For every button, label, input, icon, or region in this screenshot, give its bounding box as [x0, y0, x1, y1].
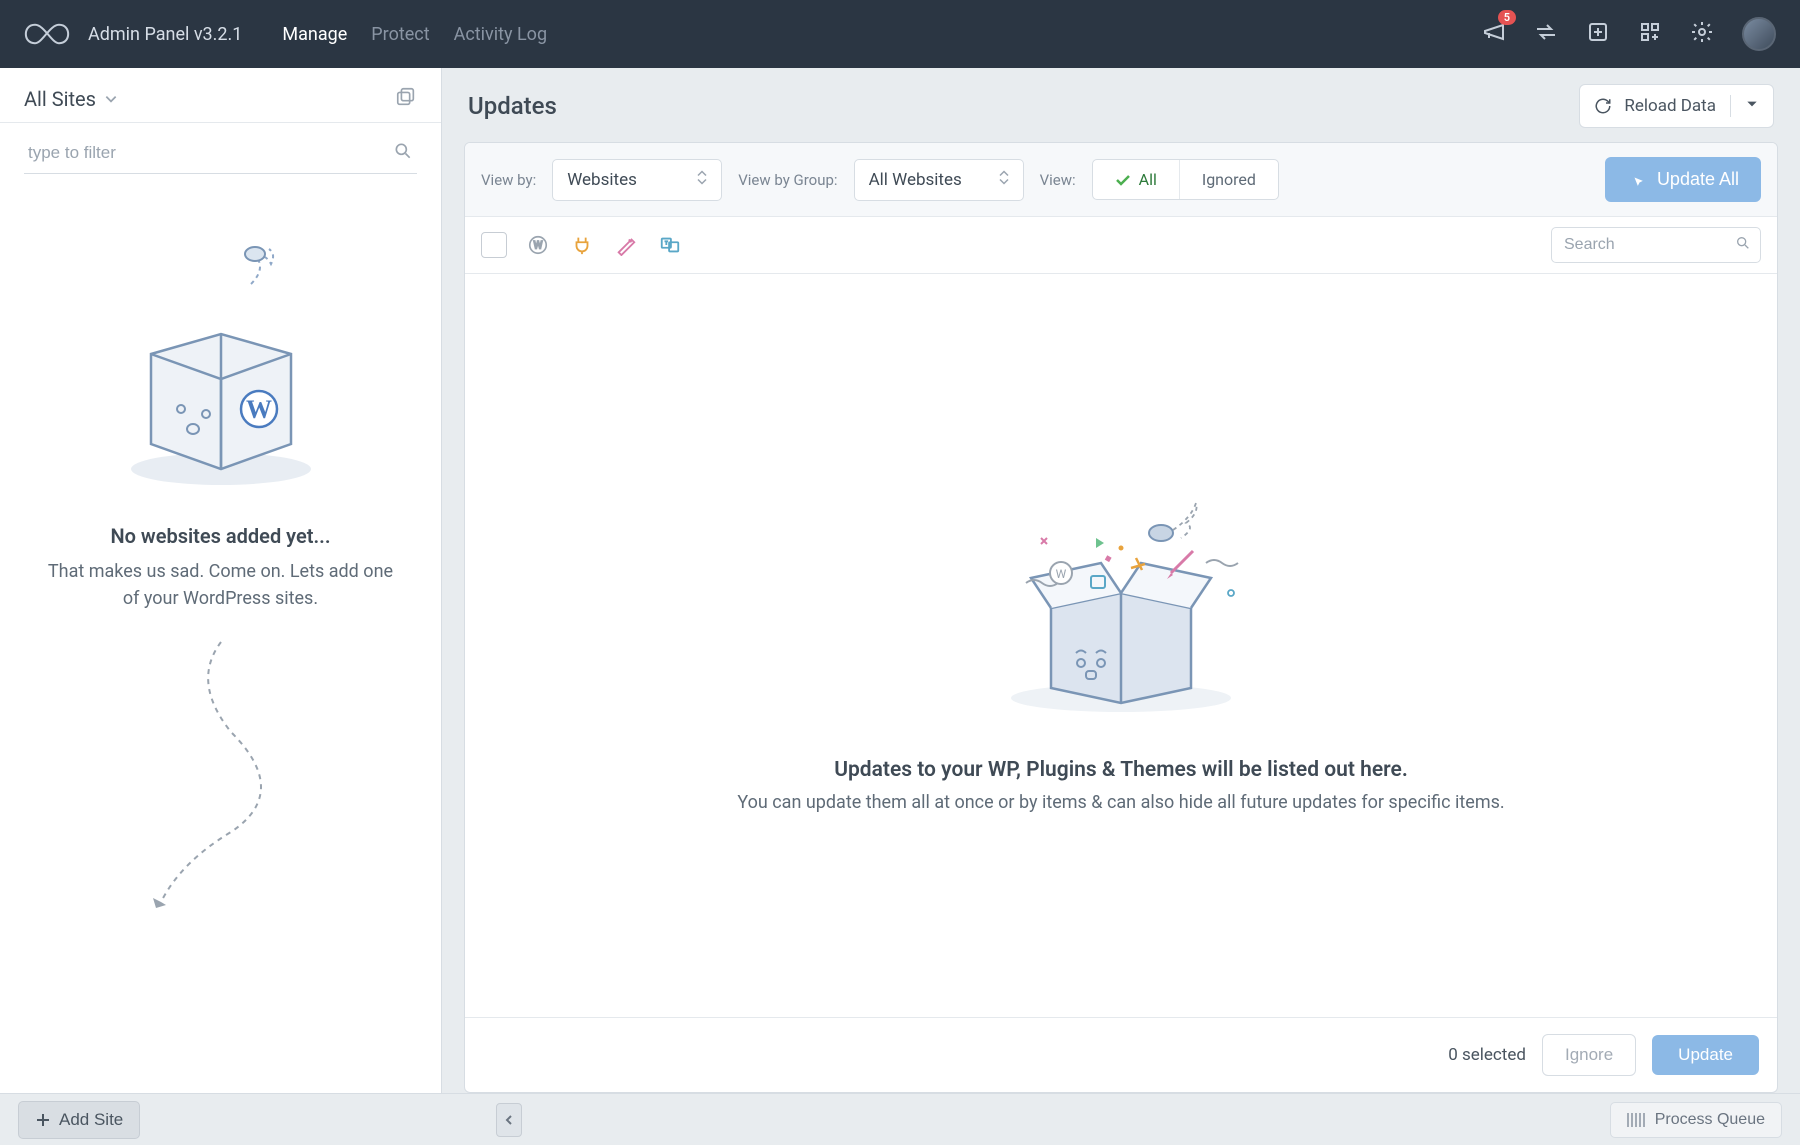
- chevron-left-icon: [503, 1114, 515, 1126]
- header-action-icons: 5: [1482, 17, 1776, 51]
- caret-down-icon: [1745, 96, 1759, 116]
- open-box-illustration: W: [981, 478, 1261, 718]
- sidebar-header: All Sites: [0, 68, 441, 123]
- view-by-group-select[interactable]: All Websites: [854, 159, 1024, 201]
- app-title: Admin Panel v3.2.1: [88, 24, 242, 45]
- queue-bars-icon: [1627, 1113, 1645, 1127]
- site-selector[interactable]: All Sites: [24, 87, 118, 111]
- nav-tabs: Manage Protect Activity Log: [282, 24, 547, 45]
- view-by-select[interactable]: Websites: [552, 159, 722, 201]
- wordpress-icon[interactable]: W: [525, 232, 551, 258]
- reload-icon: [1594, 97, 1612, 115]
- sync-icon[interactable]: [1534, 20, 1558, 48]
- update-button[interactable]: Update: [1652, 1035, 1759, 1075]
- svg-text:W: W: [534, 241, 543, 252]
- process-queue-button[interactable]: Process Queue: [1610, 1102, 1782, 1138]
- svg-text:W: W: [1056, 567, 1067, 581]
- updates-panel: View by: Websites View by Group: All Web…: [464, 142, 1778, 1093]
- view-by-value: Websites: [567, 170, 637, 190]
- sidebar-empty-text: That makes us sad. Come on. Lets add one…: [40, 558, 401, 612]
- empty-subtitle: You can update them all at once or by it…: [737, 792, 1504, 813]
- main-content: Updates Reload Data View by: Websites Vi…: [442, 68, 1800, 1093]
- toggle-ignored[interactable]: Ignored: [1179, 160, 1278, 199]
- search-wrap: [1551, 227, 1761, 263]
- plus-icon: [35, 1112, 51, 1128]
- sidebar-empty-state: W No websites added yet... That makes us…: [0, 174, 441, 1093]
- check-icon: [1115, 172, 1131, 188]
- view-toggle: All Ignored: [1092, 159, 1279, 200]
- cursor-click-icon: [1627, 170, 1647, 190]
- add-site-button[interactable]: Add Site: [18, 1101, 140, 1139]
- copy-stack-icon[interactable]: [395, 86, 417, 112]
- grid-icon[interactable]: [1638, 20, 1662, 48]
- plugin-icon[interactable]: [569, 232, 595, 258]
- toggle-all[interactable]: All: [1093, 160, 1179, 199]
- tab-manage[interactable]: Manage: [282, 24, 347, 45]
- view-by-group-value: All Websites: [869, 170, 962, 190]
- svg-text:W: W: [246, 395, 272, 424]
- view-by-label: View by:: [481, 171, 536, 189]
- bottom-bar: Add Site Process Queue: [0, 1093, 1800, 1145]
- notification-badge: 5: [1498, 10, 1516, 25]
- sort-caret-icon: [695, 168, 709, 191]
- update-all-button[interactable]: Update All: [1605, 157, 1761, 202]
- selected-count: 0 selected: [1448, 1045, 1526, 1065]
- view-by-group-label: View by Group:: [738, 171, 837, 189]
- note-icon[interactable]: [1586, 20, 1610, 48]
- search-icon: [1735, 235, 1751, 255]
- gear-icon[interactable]: [1690, 20, 1714, 48]
- tab-activity-log[interactable]: Activity Log: [454, 24, 547, 45]
- view-label: View:: [1040, 171, 1076, 189]
- collapse-sidebar-button[interactable]: [496, 1103, 522, 1137]
- sidebar-filter: [0, 123, 441, 174]
- top-header: Admin Panel v3.2.1 Manage Protect Activi…: [0, 0, 1800, 68]
- sidebar-empty-title: No websites added yet...: [110, 524, 330, 548]
- site-selector-label: All Sites: [24, 87, 96, 111]
- translation-icon[interactable]: [657, 232, 683, 258]
- reload-label: Reload Data: [1624, 96, 1716, 116]
- announcement-icon[interactable]: 5: [1482, 20, 1506, 48]
- filter-bar: View by: Websites View by Group: All Web…: [465, 143, 1777, 217]
- panel-footer: 0 selected Ignore Update: [465, 1017, 1777, 1092]
- ignore-button[interactable]: Ignore: [1542, 1034, 1636, 1076]
- theme-icon[interactable]: [613, 232, 639, 258]
- empty-title: Updates to your WP, Plugins & Themes wil…: [834, 758, 1408, 782]
- avatar[interactable]: [1742, 17, 1776, 51]
- search-input[interactable]: [1551, 227, 1761, 263]
- chevron-down-icon: [104, 92, 118, 106]
- filter-input[interactable]: [24, 133, 417, 174]
- empty-box-illustration: W: [111, 244, 331, 494]
- select-all-checkbox[interactable]: [481, 232, 507, 258]
- sort-caret-icon: [997, 168, 1011, 191]
- main-empty-state: W Updates to your WP, Plugins & Themes w: [465, 274, 1777, 1017]
- search-icon: [393, 141, 413, 165]
- toolbar-row: W: [465, 217, 1777, 274]
- page-title: Updates: [468, 92, 557, 120]
- logo-icon: [24, 21, 70, 47]
- reload-button[interactable]: Reload Data: [1579, 84, 1774, 128]
- tab-protect[interactable]: Protect: [371, 24, 429, 45]
- sidebar: All Sites: [0, 68, 442, 1093]
- content-header: Updates Reload Data: [464, 68, 1778, 142]
- dashed-arrow-illustration: [131, 632, 311, 932]
